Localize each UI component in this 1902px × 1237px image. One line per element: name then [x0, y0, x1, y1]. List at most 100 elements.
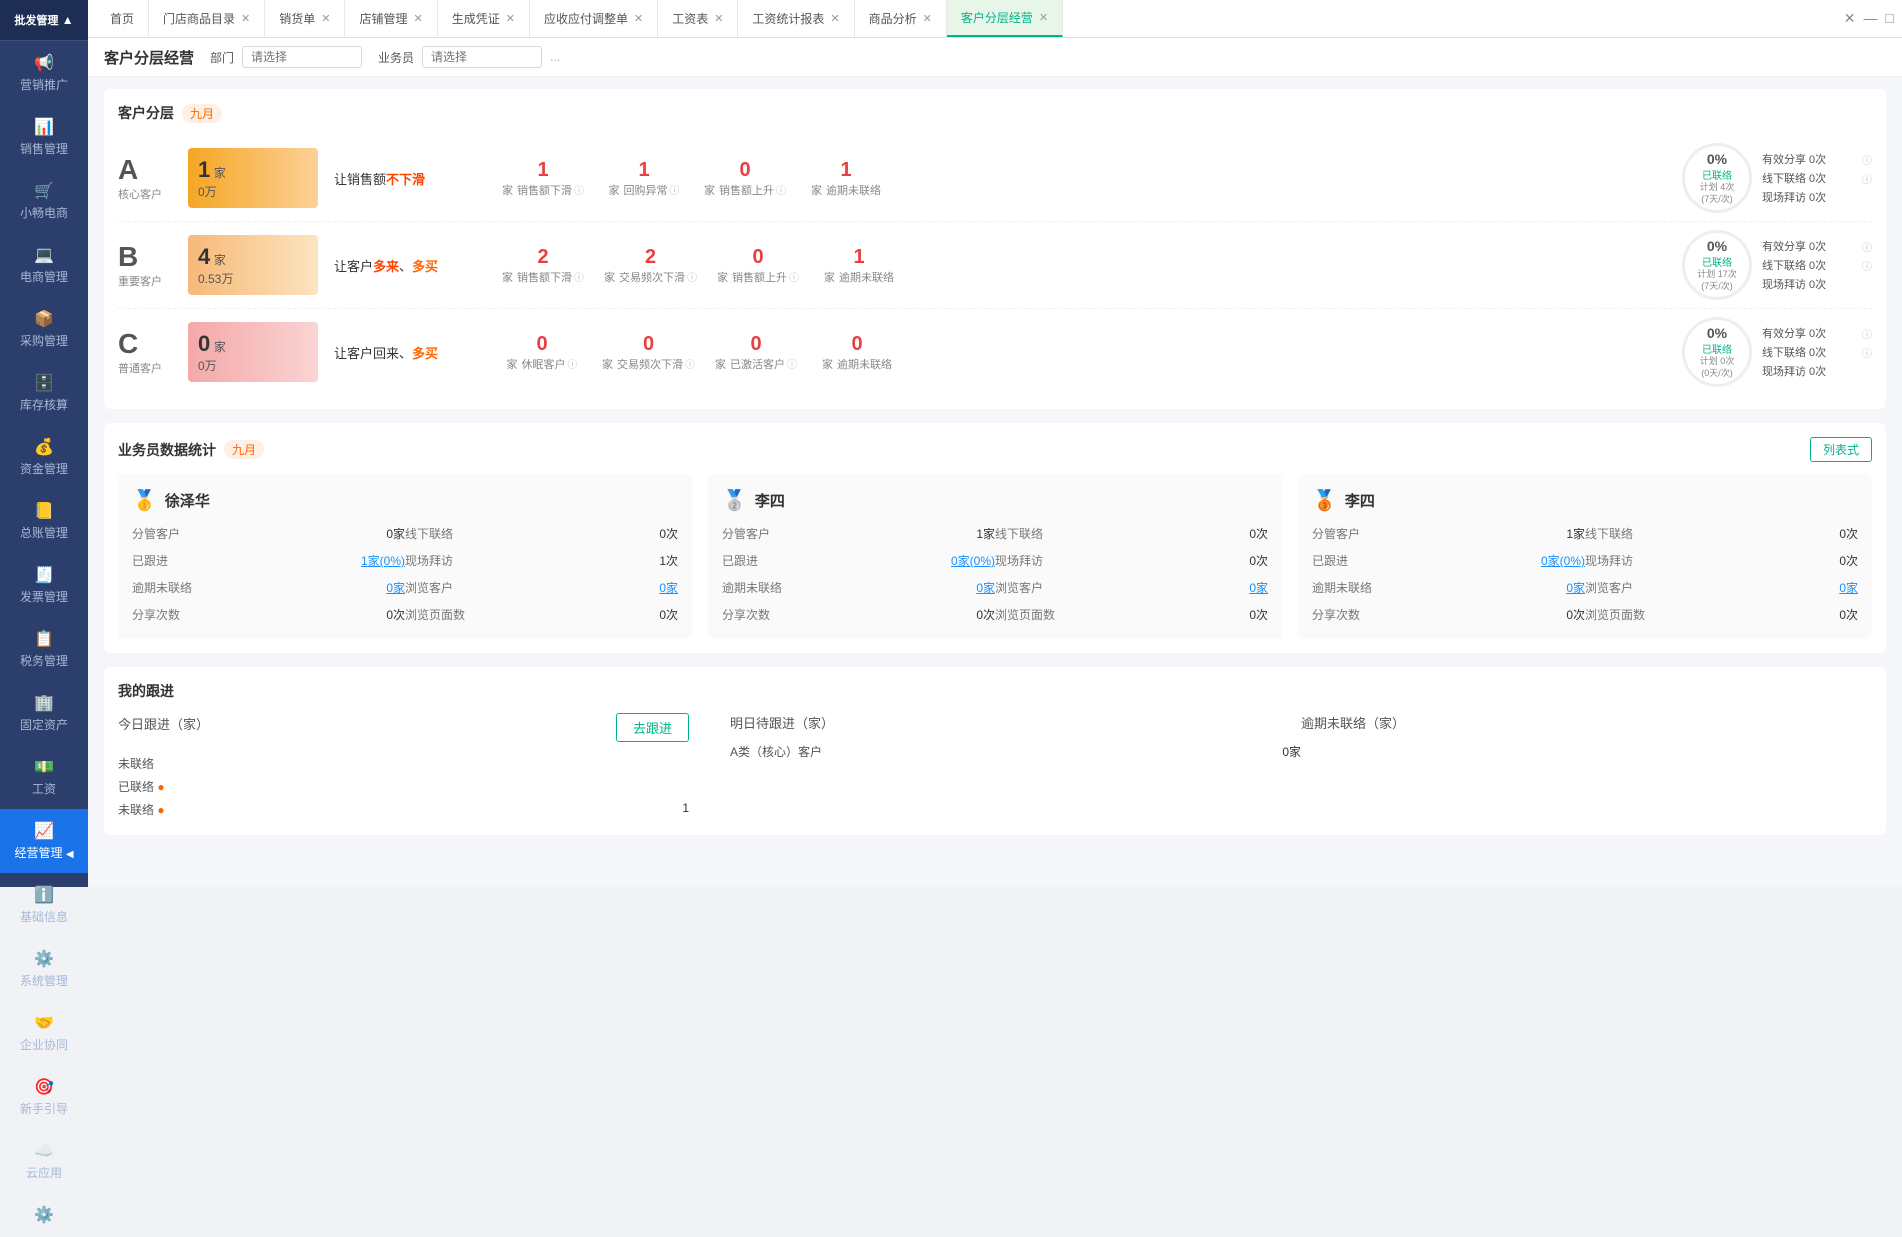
tier-letter-c: C [118, 328, 188, 360]
stat-a-offline-info: ⓘ [1862, 171, 1872, 186]
sidebar-item-kucun[interactable]: 🗄️ 库存核算 [0, 361, 88, 425]
sidebar-item-diansshang[interactable]: 💻 电商管理 [0, 233, 88, 297]
sidebar-item-zijin[interactable]: 💰 资金管理 [0, 425, 88, 489]
metric-a-2: 1 家回购异常 ⓘ [604, 159, 684, 198]
dianshang-icon: 💻 [4, 245, 84, 265]
tab-minimize[interactable]: — [1864, 10, 1878, 27]
sidebar-item-jichu[interactable]: ℹ️ 基础信息 [0, 873, 88, 937]
staff-name-2: 李四 [755, 490, 785, 511]
val-share-1: 0次 [386, 606, 405, 623]
sidebar-item-yun[interactable]: ☁️ 云应用 [0, 1129, 88, 1193]
stat-b-offline-label: 线下联络 0次 [1762, 257, 1826, 273]
filter-more[interactable]: ... [550, 50, 560, 64]
tab-expand[interactable]: □ [1886, 10, 1894, 27]
sidebar-item-xinshou[interactable]: 🎯 新手引导 [0, 1065, 88, 1129]
circle-sub-a: 计划 4次(7天/次) [1700, 182, 1735, 205]
tab-close-sales-order[interactable]: ✕ [321, 12, 330, 25]
sidebar-item-xitong[interactable]: ⚙️ 系统管理 [0, 937, 88, 1001]
metric-c-4-num: 0 [851, 333, 862, 356]
val-browse-1[interactable]: 0家 [659, 579, 678, 596]
val-fenguan-3: 1家 [1566, 525, 1585, 542]
metric-b-4: 1 家逾期未联络 [819, 246, 899, 285]
tab-goods-analysis[interactable]: 商品分析 ✕ [855, 0, 947, 37]
tab-close-customer-tier[interactable]: ✕ [1039, 11, 1048, 24]
tab-home[interactable]: 首页 [96, 0, 149, 37]
tab-close-ap-adjustment[interactable]: ✕ [634, 12, 643, 25]
staff-card-1: 🥇 徐泽华 分管客户 0家 线下联络 0次 已跟进 [118, 474, 692, 639]
label-visit-1: 现场拜访 [405, 552, 453, 569]
label-followed-1: 已跟进 [132, 552, 168, 569]
sidebar-item-qiye[interactable]: 🤝 企业协同 [0, 1001, 88, 1065]
sidebar-item-jingying[interactable]: 📈 经营管理 ◀ [0, 809, 88, 873]
tab-close-store-manage[interactable]: ✕ [414, 12, 423, 25]
tab-payroll[interactable]: 工资表 ✕ [658, 0, 738, 37]
tab-ap-adjustment[interactable]: 应收应付调整单 ✕ [530, 0, 658, 37]
tier-name-a: 核心客户 [118, 189, 162, 201]
val-overdue-1[interactable]: 0家 [386, 579, 405, 596]
val-followed-3[interactable]: 0家(0%) [1541, 552, 1585, 569]
follow-tomorrow-row-1: A类（核心）客户 0家 [730, 740, 1301, 763]
sidebar-logo-text: 批发管理 [14, 15, 58, 27]
medal-1: 🥇 [132, 488, 157, 513]
sidebar-item-xiaochang[interactable]: 🛒 小畅电商 [0, 169, 88, 233]
tab-voucher[interactable]: 生成凭证 ✕ [438, 0, 530, 37]
tab-payroll-report[interactable]: 工资统计报表 ✕ [738, 0, 854, 37]
val-followed-2[interactable]: 0家(0%) [951, 552, 995, 569]
sidebar-item-yingxiao[interactable]: 📢 营销推广 [0, 41, 88, 105]
metric-b-2-num: 2 [645, 246, 656, 269]
list-view-button[interactable]: 列表式 [1810, 437, 1872, 462]
staff-title-group: 业务员数据统计 九月 [118, 440, 264, 460]
stat-a-visit-label: 现场拜访 0次 [1762, 189, 1826, 205]
stat-b-share-label: 有效分享 0次 [1762, 238, 1826, 254]
sidebar-item-zonzhang[interactable]: 📒 总账管理 [0, 489, 88, 553]
sidebar-settings[interactable]: ⚙️ [0, 1193, 88, 1237]
sidebar-item-caigou[interactable]: 📦 采购管理 [0, 297, 88, 361]
val-browse-2[interactable]: 0家 [1249, 579, 1268, 596]
tier-letter-b: B [118, 241, 188, 273]
val-overdue-2[interactable]: 0家 [976, 579, 995, 596]
tab-store-products[interactable]: 门店商品目录 ✕ [149, 0, 265, 37]
tab-close-store-products[interactable]: ✕ [241, 12, 250, 25]
tier-suggest-b: 让客户多来、多买 [334, 256, 494, 275]
sidebar-logo[interactable]: 批发管理 ▲ [0, 0, 88, 41]
jingying-expand-icon: ◀ [66, 849, 74, 860]
metric-c-3: 0 家已激活客户 ⓘ [715, 333, 797, 372]
staff-stat-1-fenguan: 分管客户 0家 [132, 523, 405, 544]
tier-name-b: 重要客户 [118, 276, 162, 288]
stat-a-offline-label: 线下联络 0次 [1762, 170, 1826, 186]
staff-card-2: 🥈 李四 分管客户 1家 线下联络 0次 已跟进 [708, 474, 1282, 639]
metric-c-4-label: 家逾期未联络 [822, 356, 892, 372]
staff-stat-2-visit: 现场拜访 0次 [995, 550, 1268, 571]
tab-close-goods-analysis[interactable]: ✕ [923, 12, 932, 25]
follow-overdue-col: 逾期未联络（家） [1301, 713, 1872, 740]
metric-a-3-label: 家销售额上升 ⓘ [704, 182, 786, 198]
label-share-2: 分享次数 [722, 606, 770, 623]
sidebar-item-gudingzichan[interactable]: 🏢 固定资产 [0, 681, 88, 745]
val-overdue-3[interactable]: 0家 [1566, 579, 1585, 596]
dept-filter-input[interactable] [242, 46, 362, 68]
sidebar-item-gongzi[interactable]: 💵 工资 [0, 745, 88, 809]
tab-store-manage[interactable]: 店铺管理 ✕ [345, 0, 437, 37]
sidebar-item-shuiwu[interactable]: 📋 税务管理 [0, 617, 88, 681]
metric-b-1-num: 2 [537, 246, 548, 269]
label-fenguan-3: 分管客户 [1312, 525, 1360, 542]
follow-grid: 今日跟进（家） 去跟进 未联络 已联络 ● 未联络 ● 1 [118, 713, 1872, 821]
tab-customer-tier[interactable]: 客户分层经营 ✕ [947, 0, 1063, 37]
val-browse-3[interactable]: 0家 [1839, 579, 1858, 596]
staff-filter-input[interactable] [422, 46, 542, 68]
tab-close-voucher[interactable]: ✕ [506, 12, 515, 25]
val-followed-1[interactable]: 1家(0%) [361, 552, 405, 569]
tier-row-c: C 普通客户 0 家 0万 让客户回来、多买 0 家休眠客户 ⓘ [118, 309, 1872, 395]
label-offline-1: 线下联络 [405, 525, 453, 542]
staff-stat-3-pages: 浏览页面数 0次 [1585, 604, 1858, 625]
tier-count-sub-c: 0万 [198, 357, 318, 374]
goto-follow-button[interactable]: 去跟进 [616, 713, 689, 742]
sidebar-item-fapiao[interactable]: 🧾 发票管理 [0, 553, 88, 617]
tab-close-payroll[interactable]: ✕ [714, 12, 723, 25]
staff-name-1: 徐泽华 [165, 490, 210, 511]
val-offline-1: 0次 [659, 525, 678, 542]
sidebar-item-xiaoshou[interactable]: 📊 销售管理 [0, 105, 88, 169]
tab-close-payroll-report[interactable]: ✕ [830, 12, 839, 25]
tab-close-all[interactable]: ✕ [1844, 10, 1856, 27]
tab-sales-order[interactable]: 销货单 ✕ [265, 0, 345, 37]
